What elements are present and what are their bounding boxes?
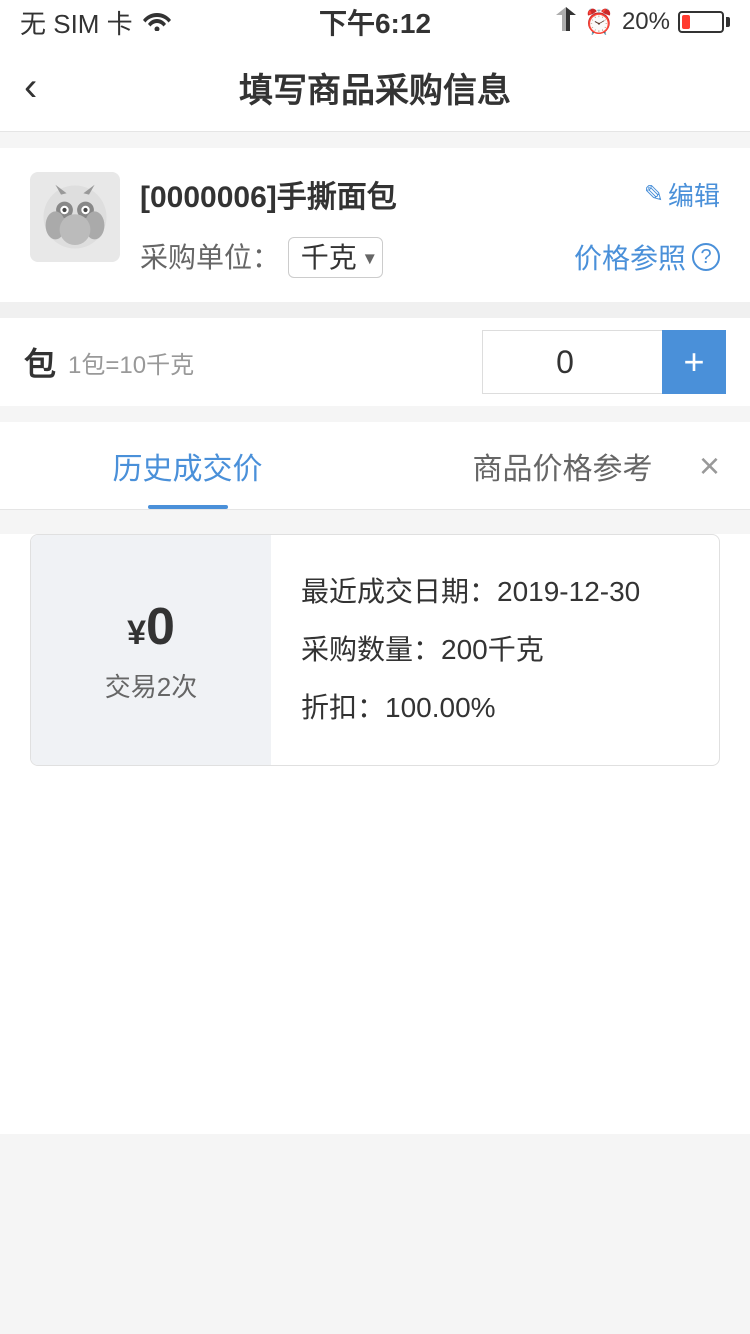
product-icon <box>30 172 120 262</box>
transaction-count: 交易2次 <box>105 667 197 704</box>
nav-bar: ‹ 填写商品采购信息 <box>0 44 750 132</box>
tab-underline <box>148 505 228 509</box>
battery-indicator <box>678 11 730 33</box>
transaction-left: ¥0 交易2次 <box>31 535 271 765</box>
quantity-input[interactable] <box>482 330 662 394</box>
product-name: [0000006]手撕面包 <box>140 172 397 216</box>
wifi-icon <box>141 7 173 38</box>
price-ref-button[interactable]: 价格参照 ? <box>574 237 720 277</box>
quantity-input-wrapper: + <box>482 330 726 394</box>
tab-product-price-ref[interactable]: 商品价格参考 <box>375 422 750 509</box>
status-time: 下午6:12 <box>319 2 431 42</box>
quantity-unit-tag: 包 <box>24 339 56 385</box>
transaction-price: ¥0 <box>127 597 175 657</box>
product-info: [0000006]手撕面包 ✎ 编辑 采购单位： 千克 价格参照 ? <box>140 172 720 278</box>
main-content: ¥0 交易2次 最近成交日期：2019-12-30 采购数量：200千克 折扣：… <box>0 534 750 1134</box>
battery-percent: 20% <box>622 8 670 36</box>
discount-row: 折扣：100.00% <box>301 687 689 729</box>
unit-select-wrapper[interactable]: 千克 <box>288 237 383 278</box>
separator-1 <box>0 302 750 318</box>
transaction-right: 最近成交日期：2019-12-30 采购数量：200千克 折扣：100.00% <box>271 535 719 765</box>
edit-button[interactable]: ✎ 编辑 <box>644 176 720 213</box>
alarm-icon: ⏰ <box>584 8 614 37</box>
tab-bar: 历史成交价 商品价格参考 × <box>0 422 750 510</box>
purchase-qty-row: 采购数量：200千克 <box>301 629 689 671</box>
product-header: [0000006]手撕面包 ✎ 编辑 <box>140 172 720 216</box>
location-icon <box>556 7 576 38</box>
carrier-text: 无 SIM 卡 <box>20 4 133 41</box>
edit-icon: ✎ <box>644 180 664 209</box>
unit-label-group: 采购单位： 千克 <box>140 236 383 278</box>
close-button[interactable]: × <box>699 448 720 484</box>
page-title: 填写商品采购信息 <box>239 63 511 112</box>
help-icon: ? <box>692 243 720 271</box>
status-bar: 无 SIM 卡 下午6:12 ⏰ 20% <box>0 0 750 44</box>
unit-select[interactable]: 千克 <box>288 237 383 278</box>
status-left: 无 SIM 卡 <box>20 4 173 41</box>
quantity-conversion: 1包=10千克 <box>68 345 194 380</box>
tab-history-price[interactable]: 历史成交价 <box>0 422 375 509</box>
back-button[interactable]: ‹ <box>24 65 37 110</box>
product-card: [0000006]手撕面包 ✎ 编辑 采购单位： 千克 价格参照 ? <box>0 148 750 302</box>
quantity-plus-button[interactable]: + <box>662 330 726 394</box>
currency-symbol: ¥ <box>127 614 146 652</box>
unit-label: 采购单位： <box>140 242 280 273</box>
quantity-label-wrapper: 包 1包=10千克 <box>24 339 194 385</box>
status-right: ⏰ 20% <box>556 7 730 38</box>
recent-date-row: 最近成交日期：2019-12-30 <box>301 571 689 613</box>
transaction-card: ¥0 交易2次 最近成交日期：2019-12-30 采购数量：200千克 折扣：… <box>30 534 720 766</box>
quantity-row: 包 1包=10千克 + <box>0 318 750 406</box>
product-unit-row: 采购单位： 千克 价格参照 ? <box>140 236 720 278</box>
